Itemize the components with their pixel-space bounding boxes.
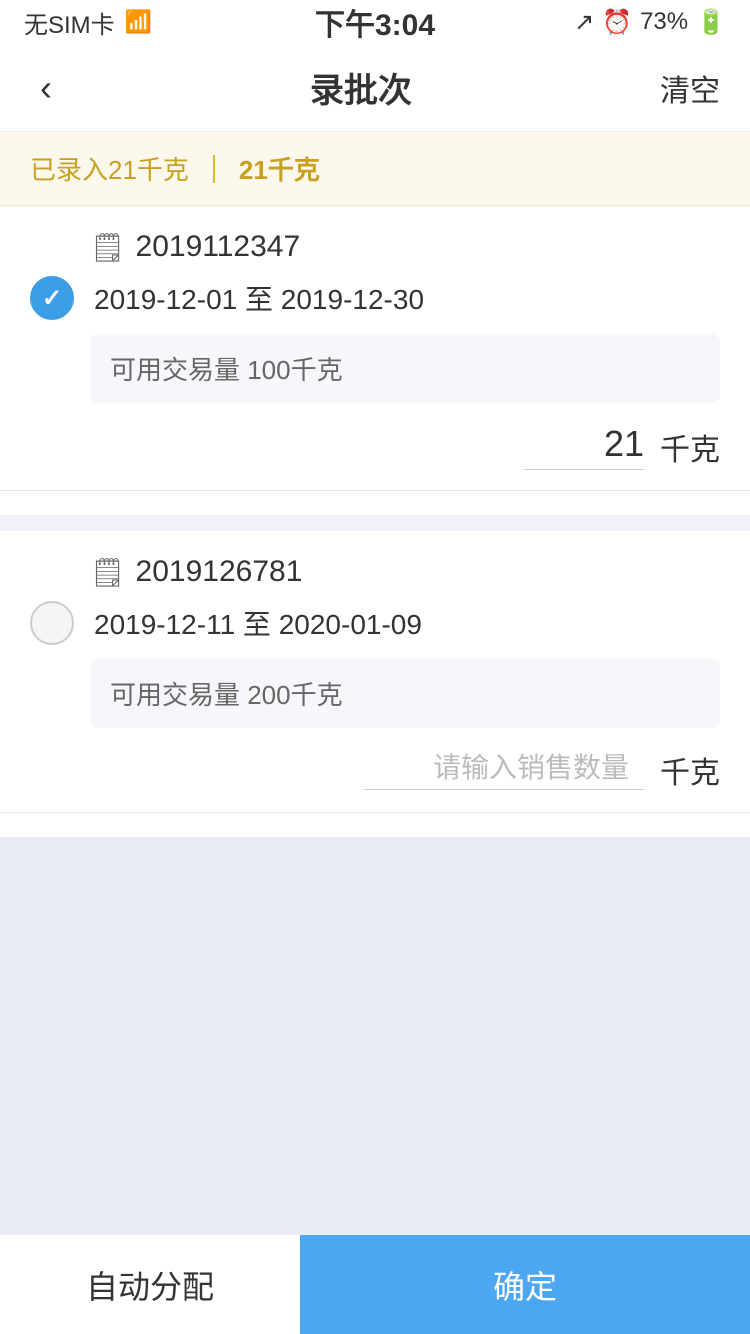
batch-2-input-unit: 千克 — [660, 748, 720, 792]
status-left: 无SIM卡 📶 — [24, 5, 152, 40]
batch-item-2: 🗒 2019126781 2019-12-11 至 2020-01-09 可用交… — [0, 531, 750, 837]
batch-id-icon-2: 🗒 — [90, 556, 126, 589]
page-title: 录批次 — [310, 63, 412, 112]
batch-1-quantity-unit: 千克 — [660, 425, 720, 469]
batch-item-1-inner: 🗒 2019112347 2019-12-01 至 2019-12-30 可用交… — [0, 206, 750, 403]
batch-2-quantity-input[interactable] — [364, 751, 644, 790]
batch-2-date-row: 2019-12-11 至 2020-01-09 — [30, 601, 720, 645]
batch-item-1: 🗒 2019112347 2019-12-01 至 2019-12-30 可用交… — [0, 206, 750, 515]
info-value: 21千克 — [239, 150, 320, 187]
batch-2-id: 2019126781 — [136, 555, 303, 589]
nav-bar: ‹ 录批次 清空 — [0, 44, 750, 132]
batch-2-date: 2019-12-11 至 2020-01-09 — [94, 603, 422, 643]
batch-1-quantity-value: 21 — [604, 423, 644, 465]
batch-2-input-row: 千克 — [0, 728, 750, 813]
back-button[interactable]: ‹ — [30, 57, 62, 119]
batch-2-radio[interactable] — [30, 601, 74, 645]
batch-1-date-row: 2019-12-01 至 2019-12-30 — [30, 276, 720, 320]
batch-1-quantity-row: 21 千克 — [0, 403, 750, 491]
status-right: ↗ ⏰ 73% 🔋 — [574, 8, 726, 37]
status-time: 下午3:04 — [315, 0, 435, 44]
info-recorded-label: 已录入21千克 — [30, 150, 189, 187]
info-divider — [213, 155, 215, 183]
empty-area — [0, 837, 750, 1277]
batch-1-header: 🗒 2019112347 — [90, 230, 720, 264]
batch-2-available: 可用交易量 200千克 — [90, 659, 720, 728]
location-icon: ↗ — [574, 8, 594, 37]
section-separator — [0, 515, 750, 531]
clear-button[interactable]: 清空 — [660, 66, 720, 110]
batch-2-header: 🗒 2019126781 — [90, 555, 720, 589]
info-banner: 已录入21千克 21千克 — [0, 132, 750, 206]
status-bar: 无SIM卡 📶 下午3:04 ↗ ⏰ 73% 🔋 — [0, 0, 750, 44]
confirm-button[interactable]: 确定 — [300, 1235, 750, 1334]
batch-item-2-inner: 🗒 2019126781 2019-12-11 至 2020-01-09 可用交… — [0, 531, 750, 728]
batch-1-date: 2019-12-01 至 2019-12-30 — [94, 278, 424, 318]
bottom-bar: 自动分配 确定 — [0, 1234, 750, 1334]
batch-1-quantity-underline: 21 — [524, 423, 644, 470]
carrier-label: 无SIM卡 — [24, 5, 115, 40]
auto-distribute-button[interactable]: 自动分配 — [0, 1235, 300, 1334]
batch-id-icon-1: 🗒 — [90, 231, 126, 264]
battery-label: 73% — [640, 8, 688, 36]
alarm-icon: ⏰ — [602, 8, 632, 37]
batch-1-radio[interactable] — [30, 276, 74, 320]
battery-icon: 🔋 — [696, 8, 726, 37]
wifi-icon: 📶 — [125, 9, 152, 35]
batch-1-id: 2019112347 — [136, 230, 301, 264]
batch-1-available: 可用交易量 100千克 — [90, 334, 720, 403]
